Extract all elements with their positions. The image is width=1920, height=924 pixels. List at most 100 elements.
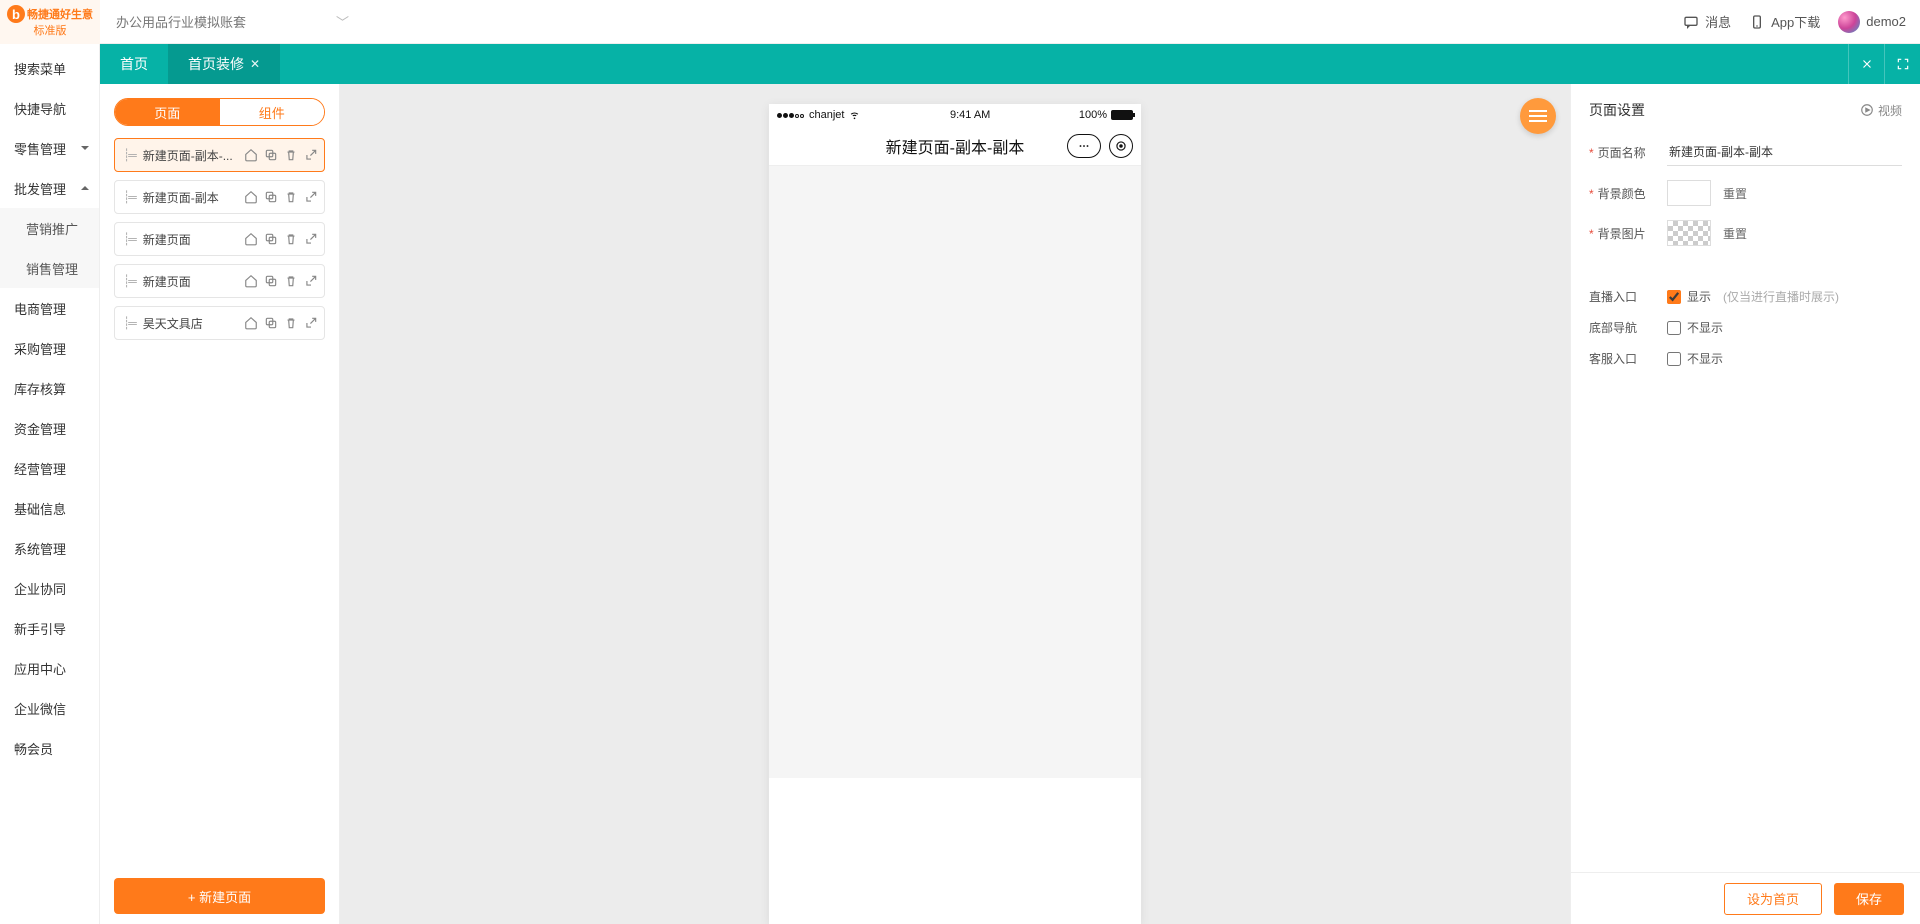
- logo-mark-icon: b: [7, 5, 25, 23]
- copy-icon[interactable]: [264, 316, 278, 330]
- copy-icon[interactable]: [264, 148, 278, 162]
- segment-component[interactable]: 组件: [220, 99, 325, 125]
- app-download-button[interactable]: App下载: [1749, 12, 1820, 31]
- sidebar-item-operations[interactable]: 经营管理: [0, 448, 99, 488]
- sidebar-item-sales[interactable]: 销售管理: [0, 248, 99, 288]
- page-row[interactable]: ┊═ 新建页面-副本-...: [114, 138, 325, 172]
- sidebar-item-member[interactable]: 畅会员: [0, 728, 99, 768]
- delete-icon[interactable]: [284, 232, 298, 246]
- brand-logo[interactable]: b 畅捷通好生意 标准版: [0, 0, 100, 44]
- play-icon: [1860, 103, 1874, 117]
- drag-handle-icon[interactable]: ┊═: [123, 274, 135, 288]
- battery-icon: [1111, 110, 1133, 120]
- sidebar-item-appcenter[interactable]: 应用中心: [0, 648, 99, 688]
- sidebar-item-retail[interactable]: 零售管理: [0, 128, 99, 168]
- field-service-entry: 客服入口 不显示: [1589, 350, 1902, 367]
- live-checkbox[interactable]: 显示: [1667, 288, 1711, 305]
- sidebar-item-quicknav[interactable]: 快捷导航: [0, 88, 99, 128]
- drag-handle-icon[interactable]: ┊═: [123, 232, 135, 246]
- phone-time: 9:41 AM: [950, 109, 990, 121]
- drag-handle-icon[interactable]: ┊═: [123, 148, 135, 162]
- page-component-segment: 页面 组件: [114, 98, 325, 126]
- page-row[interactable]: ┊═ 昊天文具店: [114, 306, 325, 340]
- segment-page[interactable]: 页面: [115, 99, 220, 125]
- sidebar-item-system[interactable]: 系统管理: [0, 528, 99, 568]
- set-home-button[interactable]: 设为首页: [1724, 883, 1822, 915]
- avatar-icon: [1838, 11, 1860, 33]
- drag-handle-icon[interactable]: ┊═: [123, 316, 135, 330]
- sidebar-item-wechat[interactable]: 企业微信: [0, 688, 99, 728]
- sidebar-item-wholesale[interactable]: 批发管理: [0, 168, 99, 208]
- toggle-panel-button[interactable]: [1520, 98, 1556, 134]
- phone-body[interactable]: [769, 166, 1141, 778]
- fullscreen-button[interactable]: [1884, 44, 1920, 84]
- field-bg-color: *背景颜色 重置: [1589, 180, 1902, 206]
- video-help-button[interactable]: 视频: [1860, 102, 1902, 119]
- copy-icon[interactable]: [264, 190, 278, 204]
- sidebar-item-guide[interactable]: 新手引导: [0, 608, 99, 648]
- sidebar-item-marketing[interactable]: 营销推广: [0, 208, 99, 248]
- phone-page-title: 新建页面-副本-副本: [886, 134, 1025, 158]
- copy-icon[interactable]: [264, 232, 278, 246]
- save-button[interactable]: 保存: [1834, 883, 1904, 915]
- home-icon[interactable]: [244, 274, 258, 288]
- caret-down-icon: [81, 146, 89, 154]
- field-bottom-nav: 底部导航 不显示: [1589, 319, 1902, 336]
- home-icon[interactable]: [244, 148, 258, 162]
- home-icon[interactable]: [244, 190, 258, 204]
- page-row[interactable]: ┊═ 新建页面: [114, 222, 325, 256]
- bgimg-reset-button[interactable]: 重置: [1723, 225, 1747, 242]
- main-sidebar: 搜索菜单 快捷导航 零售管理 批发管理 营销推广 销售管理 电商管理 采购管理 …: [0, 44, 100, 924]
- delete-icon[interactable]: [284, 274, 298, 288]
- share-icon[interactable]: [304, 148, 318, 162]
- phone-preview: chanjet 9:41 AM 100% 新建页面-副本-副本: [769, 104, 1141, 924]
- home-icon[interactable]: [244, 232, 258, 246]
- page-row[interactable]: ┊═ 新建页面-副本: [114, 180, 325, 214]
- canvas[interactable]: chanjet 9:41 AM 100% 新建页面-副本-副本: [340, 84, 1570, 924]
- bgimg-swatch[interactable]: [1667, 220, 1711, 246]
- close-all-tabs-button[interactable]: [1848, 44, 1884, 84]
- page-row[interactable]: ┊═ 新建页面: [114, 264, 325, 298]
- new-page-button[interactable]: + 新建页面: [114, 878, 325, 914]
- sidebar-item-purchase[interactable]: 采购管理: [0, 328, 99, 368]
- copy-icon[interactable]: [264, 274, 278, 288]
- phone-icon: [1749, 14, 1765, 30]
- close-icon[interactable]: ✕: [250, 57, 260, 71]
- delete-icon[interactable]: [284, 148, 298, 162]
- service-checkbox[interactable]: 不显示: [1667, 350, 1723, 367]
- drag-handle-icon[interactable]: ┊═: [123, 190, 135, 204]
- tab-home[interactable]: 首页: [100, 44, 168, 84]
- live-hint: (仅当进行直播时展示): [1723, 288, 1839, 305]
- page-name-input[interactable]: [1667, 138, 1902, 166]
- messages-button[interactable]: 消息: [1683, 12, 1731, 31]
- delete-icon[interactable]: [284, 316, 298, 330]
- page-list-panel: 页面 组件 ┊═ 新建页面-副本-...: [100, 84, 340, 924]
- share-icon[interactable]: [304, 274, 318, 288]
- account-selector[interactable]: 办公用品行业模拟账套 ﹀: [116, 12, 349, 31]
- sidebar-item-inventory[interactable]: 库存核算: [0, 368, 99, 408]
- share-icon[interactable]: [304, 232, 318, 246]
- sidebar-item-search[interactable]: 搜索菜单: [0, 48, 99, 88]
- home-icon[interactable]: [244, 316, 258, 330]
- capsule-target-icon: [1109, 134, 1133, 158]
- sidebar-item-collab[interactable]: 企业协同: [0, 568, 99, 608]
- settings-panel: 页面设置 视频 *页面名称 *背景颜色: [1570, 84, 1920, 924]
- field-bg-image: *背景图片 重置: [1589, 220, 1902, 246]
- sidebar-item-ecommerce[interactable]: 电商管理: [0, 288, 99, 328]
- page-list: ┊═ 新建页面-副本-... ┊═ 新建页面-副本: [114, 138, 325, 870]
- share-icon[interactable]: [304, 190, 318, 204]
- sidebar-item-basicinfo[interactable]: 基础信息: [0, 488, 99, 528]
- tab-page-design[interactable]: 首页装修 ✕: [168, 44, 280, 84]
- settings-title: 页面设置: [1589, 100, 1645, 120]
- delete-icon[interactable]: [284, 190, 298, 204]
- topbar: b 畅捷通好生意 标准版 办公用品行业模拟账套 ﹀ 消息 App下载 demo2: [0, 0, 1920, 44]
- user-menu[interactable]: demo2: [1838, 11, 1906, 33]
- field-page-name: *页面名称: [1589, 138, 1902, 166]
- bottomnav-checkbox[interactable]: 不显示: [1667, 319, 1723, 336]
- bgcolor-swatch[interactable]: [1667, 180, 1711, 206]
- share-icon[interactable]: [304, 316, 318, 330]
- account-name: 办公用品行业模拟账套: [116, 12, 246, 31]
- sidebar-item-finance[interactable]: 资金管理: [0, 408, 99, 448]
- bgcolor-reset-button[interactable]: 重置: [1723, 185, 1747, 202]
- caret-up-icon: [81, 182, 89, 190]
